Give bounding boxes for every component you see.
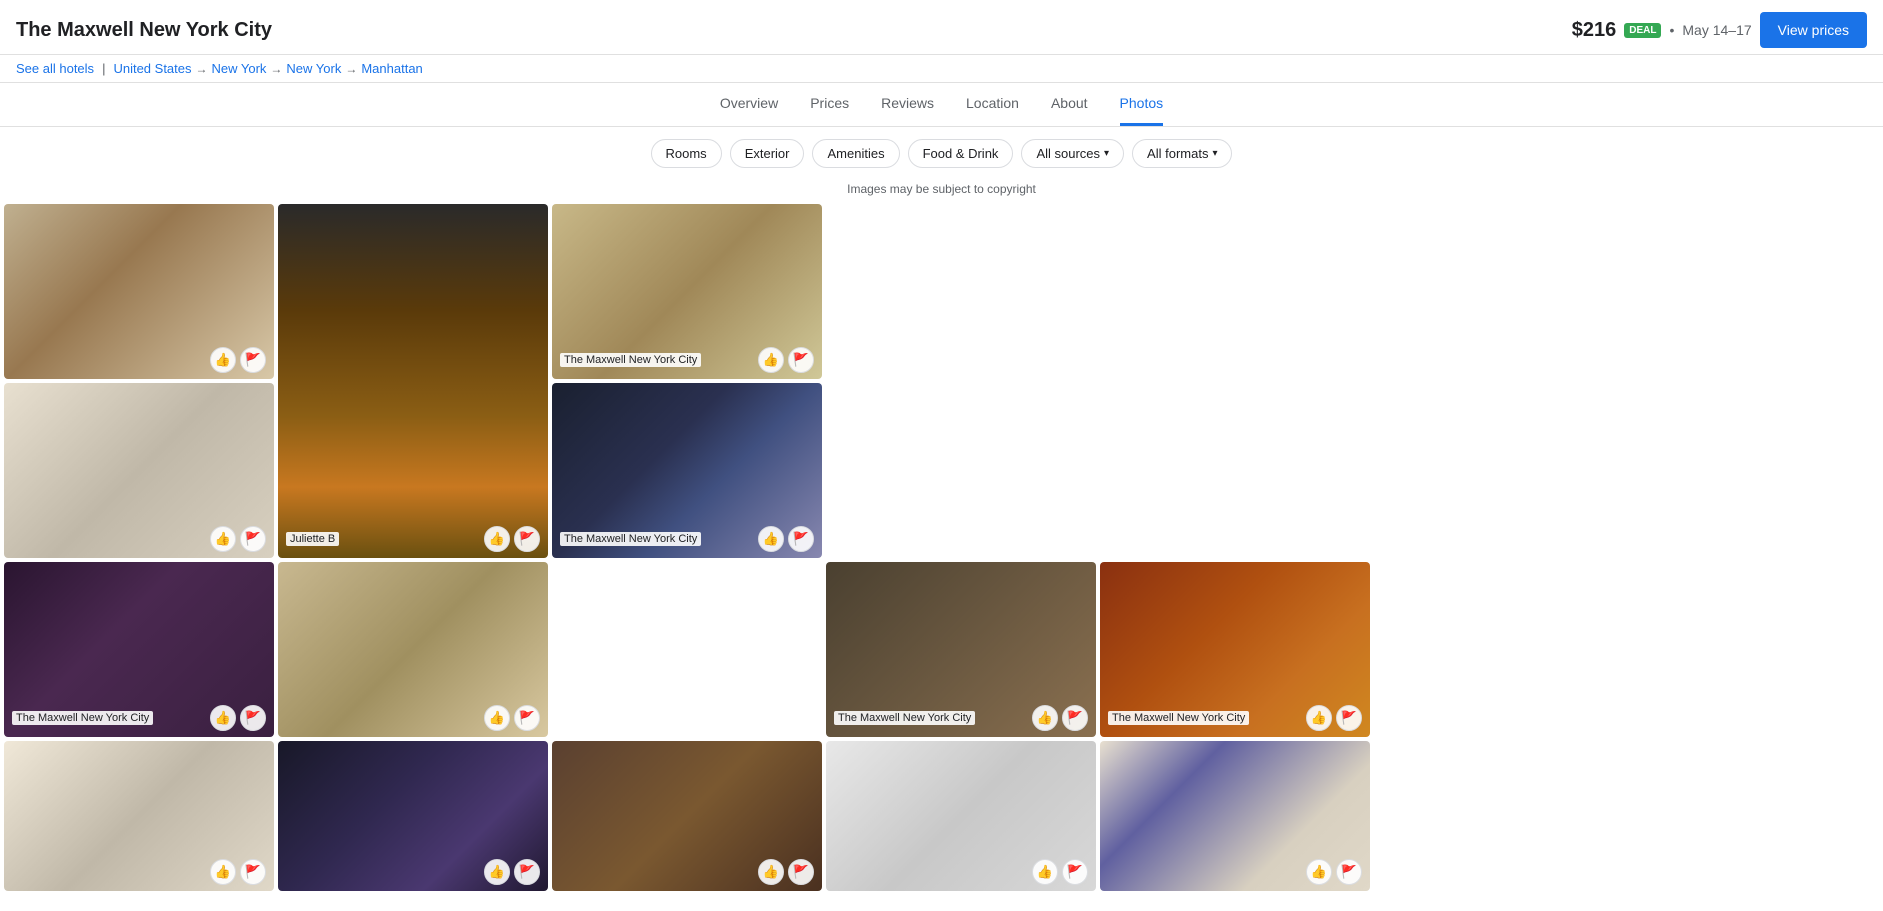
like-button[interactable]: 👍 bbox=[1032, 859, 1058, 885]
copyright-notice: Images may be subject to copyright bbox=[0, 180, 1883, 204]
flag-button[interactable]: 🚩 bbox=[514, 526, 540, 552]
breadcrumb-arrow-2: → bbox=[270, 62, 282, 76]
flag-button[interactable]: 🚩 bbox=[240, 347, 266, 373]
tab-reviews[interactable]: Reviews bbox=[881, 95, 934, 126]
flag-button[interactable]: 🚩 bbox=[788, 859, 814, 885]
photo-item-tall[interactable]: Juliette B 👍 🚩 bbox=[278, 204, 548, 558]
view-prices-button[interactable]: View prices bbox=[1760, 12, 1867, 48]
flag-button[interactable]: 🚩 bbox=[240, 859, 266, 885]
filter-food-drink[interactable]: Food & Drink bbox=[908, 139, 1014, 168]
price-section: $216 DEAL • May 14–17 View prices bbox=[1572, 12, 1867, 48]
breadcrumb-manhattan[interactable]: Manhattan bbox=[361, 61, 422, 76]
breadcrumb-new-york-state[interactable]: New York bbox=[212, 61, 267, 76]
filter-amenities[interactable]: Amenities bbox=[812, 139, 899, 168]
price-text: $216 bbox=[1572, 19, 1617, 42]
chevron-down-icon: ▾ bbox=[1104, 148, 1109, 159]
like-button[interactable]: 👍 bbox=[210, 859, 236, 885]
filter-bar: Rooms Exterior Amenities Food & Drink Al… bbox=[0, 127, 1883, 180]
deal-badge: DEAL bbox=[1624, 23, 1661, 38]
photo-item[interactable]: The Maxwell New York City 👍 🚩 bbox=[1100, 562, 1370, 737]
flag-button[interactable]: 🚩 bbox=[788, 347, 814, 373]
all-formats-label: All formats bbox=[1147, 146, 1208, 161]
photo-source-label: The Maxwell New York City bbox=[834, 711, 975, 725]
like-button[interactable]: 👍 bbox=[1306, 859, 1332, 885]
flag-button[interactable]: 🚩 bbox=[1062, 705, 1088, 731]
like-button[interactable]: 👍 bbox=[484, 705, 510, 731]
photo-item[interactable]: 👍 🚩 bbox=[278, 741, 548, 891]
photo-item[interactable]: 👍 🚩 bbox=[4, 204, 274, 379]
photo-source-label: The Maxwell New York City bbox=[1108, 711, 1249, 725]
photo-item[interactable]: 👍 🚩 bbox=[4, 383, 274, 558]
photo-item[interactable]: 👍 🚩 bbox=[1100, 741, 1370, 891]
breadcrumb: See all hotels | United States → New Yor… bbox=[0, 55, 1883, 83]
nav-tabs: Overview Prices Reviews Location About P… bbox=[0, 83, 1883, 127]
hotel-title: The Maxwell New York City bbox=[16, 19, 272, 42]
tab-photos[interactable]: Photos bbox=[1120, 95, 1164, 126]
like-button[interactable]: 👍 bbox=[484, 859, 510, 885]
photo-item[interactable]: The Maxwell New York City 👍 🚩 bbox=[552, 204, 822, 379]
flag-button[interactable]: 🚩 bbox=[788, 526, 814, 552]
breadcrumb-divider: | bbox=[102, 61, 105, 76]
breadcrumb-new-york-city[interactable]: New York bbox=[286, 61, 341, 76]
tab-prices[interactable]: Prices bbox=[810, 95, 849, 126]
flag-button[interactable]: 🚩 bbox=[514, 705, 540, 731]
flag-button[interactable]: 🚩 bbox=[240, 526, 266, 552]
all-sources-label: All sources bbox=[1036, 146, 1100, 161]
photo-item[interactable]: The Maxwell New York City 👍 🚩 bbox=[552, 383, 822, 558]
photo-source-label: The Maxwell New York City bbox=[560, 532, 701, 546]
like-button[interactable]: 👍 bbox=[1306, 705, 1332, 731]
photo-item[interactable]: 👍 🚩 bbox=[552, 741, 822, 891]
photo-item[interactable]: 👍 🚩 bbox=[826, 741, 1096, 891]
like-button[interactable]: 👍 bbox=[484, 526, 510, 552]
like-button[interactable]: 👍 bbox=[210, 705, 236, 731]
top-header: The Maxwell New York City $216 DEAL • Ma… bbox=[0, 0, 1883, 55]
breadcrumb-see-all[interactable]: See all hotels bbox=[16, 61, 94, 76]
breadcrumb-arrow-3: → bbox=[345, 62, 357, 76]
tab-location[interactable]: Location bbox=[966, 95, 1019, 126]
like-button[interactable]: 👍 bbox=[758, 526, 784, 552]
flag-button[interactable]: 🚩 bbox=[1336, 859, 1362, 885]
date-range: May 14–17 bbox=[1682, 22, 1751, 38]
flag-button[interactable]: 🚩 bbox=[514, 859, 540, 885]
tab-about[interactable]: About bbox=[1051, 95, 1088, 126]
breadcrumb-united-states[interactable]: United States bbox=[113, 61, 191, 76]
flag-button[interactable]: 🚩 bbox=[1062, 859, 1088, 885]
photo-item[interactable]: 👍 🚩 bbox=[278, 562, 548, 737]
like-button[interactable]: 👍 bbox=[758, 859, 784, 885]
filter-rooms[interactable]: Rooms bbox=[651, 139, 722, 168]
tab-overview[interactable]: Overview bbox=[720, 95, 778, 126]
photo-source-label: The Maxwell New York City bbox=[560, 353, 701, 367]
photo-item[interactable]: The Maxwell New York City 👍 🚩 bbox=[4, 562, 274, 737]
photo-item[interactable]: 👍 🚩 bbox=[4, 741, 274, 891]
date-separator: • bbox=[1669, 22, 1674, 38]
filter-all-formats[interactable]: All formats ▾ bbox=[1132, 139, 1232, 168]
photo-source-label: Juliette B bbox=[286, 532, 339, 546]
filter-all-sources[interactable]: All sources ▾ bbox=[1021, 139, 1124, 168]
photo-grid-container: 👍 🚩 👍 🚩 Juliette B bbox=[0, 204, 1883, 911]
like-button[interactable]: 👍 bbox=[210, 526, 236, 552]
like-button[interactable]: 👍 bbox=[210, 347, 236, 373]
chevron-down-icon: ▾ bbox=[1212, 148, 1217, 159]
photo-item[interactable]: The Maxwell New York City 👍 🚩 bbox=[826, 562, 1096, 737]
like-button[interactable]: 👍 bbox=[1032, 705, 1058, 731]
filter-exterior[interactable]: Exterior bbox=[730, 139, 805, 168]
like-button[interactable]: 👍 bbox=[758, 347, 784, 373]
photo-source-label: The Maxwell New York City bbox=[12, 711, 153, 725]
flag-button[interactable]: 🚩 bbox=[240, 705, 266, 731]
flag-button[interactable]: 🚩 bbox=[1336, 705, 1362, 731]
breadcrumb-arrow-1: → bbox=[196, 62, 208, 76]
